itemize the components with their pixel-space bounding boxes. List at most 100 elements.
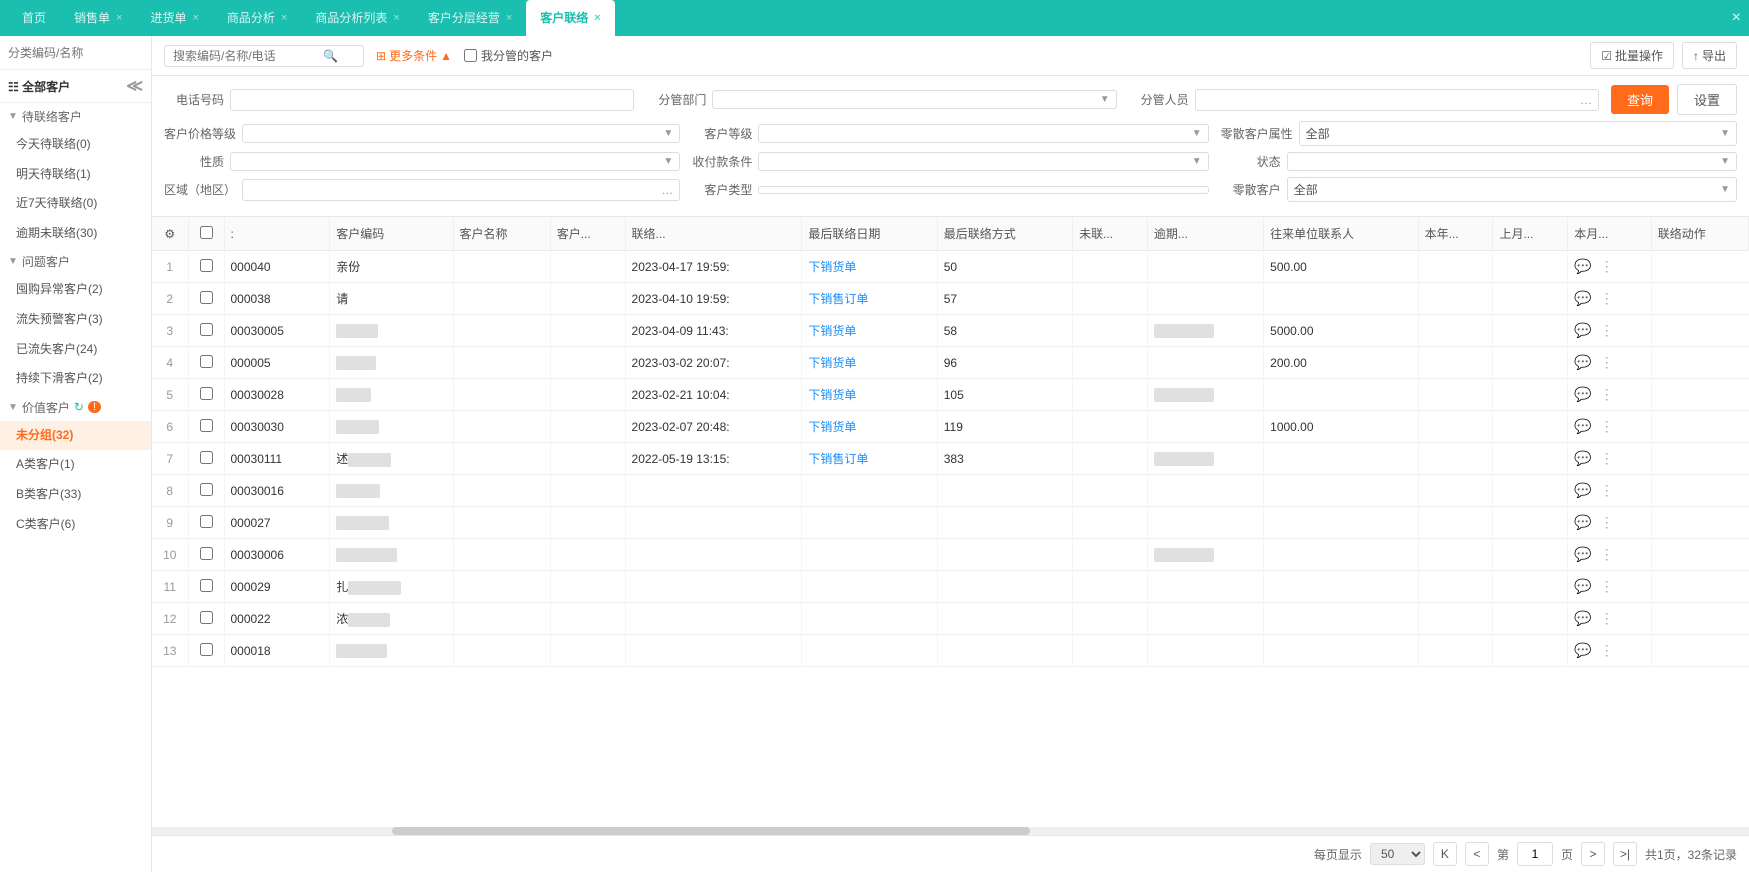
filter-manager-select[interactable]: … <box>1195 89 1599 111</box>
sidebar-item-overdue-pending[interactable]: 逾期未联络(30) <box>0 219 151 249</box>
table-header-last-date[interactable]: 最后联络日期 <box>802 217 937 251</box>
sidebar-group-pending[interactable]: ▼ 待联络客户 <box>0 103 151 130</box>
sidebar-item-hoarding-abnormal[interactable]: 囤购异常客户(2) <box>0 275 151 305</box>
last-contact-way-link[interactable]: 下销货单 <box>808 420 856 434</box>
filter-region-select[interactable]: … <box>242 179 680 201</box>
tab-customer-contact[interactable]: 客户联络 × <box>526 0 614 36</box>
table-header-this-month[interactable]: 本月... <box>1568 217 1651 251</box>
tab-purchase[interactable]: 进货单 × <box>136 0 212 36</box>
chat-icon[interactable]: 💬 <box>1574 610 1591 627</box>
chat-icon[interactable]: 💬 <box>1574 578 1591 595</box>
tab-customer-contact-close[interactable]: × <box>594 0 600 36</box>
search-icon[interactable]: 🔍 <box>323 49 338 63</box>
filter-nature-select[interactable]: ▼ <box>230 152 680 171</box>
query-btn[interactable]: 查询 <box>1611 85 1669 114</box>
grid-icon[interactable]: ⋮ <box>1600 546 1614 563</box>
sidebar-item-tomorrow-pending[interactable]: 明天待联络(1) <box>0 160 151 190</box>
filter-region-more[interactable]: … <box>661 183 673 197</box>
filter-customer-level-select[interactable]: ▼ <box>758 124 1208 143</box>
table-header-name[interactable]: 客户名称 <box>453 217 550 251</box>
chat-icon[interactable]: 💬 <box>1574 642 1591 659</box>
filter-retail-attr-select[interactable]: 全部 ▼ <box>1299 121 1737 146</box>
table-header-type[interactable]: 客户... <box>550 217 625 251</box>
window-close-button[interactable]: × <box>1732 9 1741 27</box>
grid-icon[interactable]: ⋮ <box>1600 386 1614 403</box>
all-customers-header[interactable]: ☷ 全部客户 ≪ <box>0 70 151 103</box>
sidebar-search-input[interactable] <box>8 46 152 60</box>
table-header-this-year[interactable]: 本年... <box>1418 217 1493 251</box>
grid-icon[interactable]: ⋮ <box>1600 514 1614 531</box>
row-checkbox[interactable] <box>200 451 213 464</box>
last-contact-way-link[interactable]: 下销货单 <box>808 388 856 402</box>
filter-phone-input[interactable] <box>230 89 634 111</box>
table-header-no-contact[interactable]: 未联... <box>1073 217 1148 251</box>
filter-price-level-select[interactable]: ▼ <box>242 124 680 143</box>
chat-icon[interactable]: 💬 <box>1574 290 1591 307</box>
select-all-checkbox[interactable] <box>200 226 213 239</box>
table-header-partner[interactable]: 往来单位联系人 <box>1264 217 1418 251</box>
grid-icon[interactable]: ⋮ <box>1600 482 1614 499</box>
table-header-checkbox[interactable] <box>188 217 224 251</box>
chat-icon[interactable]: 💬 <box>1574 482 1591 499</box>
next-page-btn[interactable]: > <box>1581 842 1605 866</box>
tab-product-analysis-list-close[interactable]: × <box>393 0 399 36</box>
grid-icon[interactable]: ⋮ <box>1600 258 1614 275</box>
sidebar-item-class-a[interactable]: A类客户(1) <box>0 450 151 480</box>
tab-home[interactable]: 首页 <box>8 0 60 36</box>
sidebar-group-value[interactable]: ▼ 价值客户 ↻ ! <box>0 394 151 421</box>
grid-icon[interactable]: ⋮ <box>1600 450 1614 467</box>
grid-icon[interactable]: ⋮ <box>1600 578 1614 595</box>
table-header-last-way[interactable]: 最后联络方式 <box>937 217 1072 251</box>
sidebar-collapse-btn[interactable]: ≪ <box>126 76 143 96</box>
first-page-btn[interactable]: K <box>1433 842 1457 866</box>
sidebar-item-ungrouped[interactable]: 未分组(32) <box>0 421 151 451</box>
table-header-contact[interactable]: 联络... <box>625 217 802 251</box>
chat-icon[interactable]: 💬 <box>1574 258 1591 275</box>
tab-product-analysis-list[interactable]: 商品分析列表 × <box>301 0 413 36</box>
tab-purchase-close[interactable]: × <box>192 0 198 36</box>
row-checkbox[interactable] <box>200 579 213 592</box>
sidebar-item-class-b[interactable]: B类客户(33) <box>0 480 151 510</box>
filter-retail-customer-select[interactable]: 全部 ▼ <box>1287 177 1737 202</box>
chat-icon[interactable]: 💬 <box>1574 514 1591 531</box>
last-page-btn[interactable]: >| <box>1613 842 1637 866</box>
chat-icon[interactable]: 💬 <box>1574 354 1591 371</box>
filter-payment-select[interactable]: ▼ <box>758 152 1208 171</box>
row-checkbox[interactable] <box>200 515 213 528</box>
row-checkbox[interactable] <box>200 387 213 400</box>
tab-sales[interactable]: 销售单 × <box>60 0 136 36</box>
row-checkbox[interactable] <box>200 483 213 496</box>
reset-btn[interactable]: 设置 <box>1677 84 1737 115</box>
tab-product-analysis-close[interactable]: × <box>281 0 287 36</box>
filter-dept-select[interactable]: ▼ <box>712 90 1116 109</box>
row-checkbox[interactable] <box>200 291 213 304</box>
row-checkbox[interactable] <box>200 547 213 560</box>
chat-icon[interactable]: 💬 <box>1574 546 1591 563</box>
last-contact-way-link[interactable]: 下销货单 <box>808 324 856 338</box>
page-number-input[interactable] <box>1517 842 1553 866</box>
sidebar-item-declining[interactable]: 持续下滑客户(2) <box>0 364 151 394</box>
table-header-settings[interactable]: ⚙ <box>152 217 188 251</box>
table-header-code[interactable]: 客户编码 <box>330 217 453 251</box>
tab-customer-segment[interactable]: 客户分层经营 × <box>414 0 526 36</box>
page-size-select[interactable]: 50 100 200 <box>1370 843 1425 865</box>
last-contact-way-link[interactable]: 下销货单 <box>808 356 856 370</box>
last-contact-way-link[interactable]: 下销货单 <box>808 260 856 274</box>
sidebar-item-churned[interactable]: 已流失客户(24) <box>0 335 151 365</box>
sidebar-item-churn-warning[interactable]: 流失预警客户(3) <box>0 305 151 335</box>
horizontal-scrollbar[interactable] <box>152 827 1749 835</box>
filter-manager-more[interactable]: … <box>1580 93 1592 107</box>
search-input[interactable] <box>173 49 323 63</box>
last-contact-way-link[interactable]: 下销售订单 <box>808 452 868 466</box>
sidebar-item-today-pending[interactable]: 今天待联络(0) <box>0 130 151 160</box>
row-checkbox[interactable] <box>200 323 213 336</box>
last-contact-way-link[interactable]: 下销售订单 <box>808 292 868 306</box>
table-header-last-month[interactable]: 上月... <box>1493 217 1568 251</box>
more-conditions-btn[interactable]: ⊞ 更多条件 ▲ <box>376 47 452 64</box>
scrollbar-thumb[interactable] <box>392 827 1031 835</box>
grid-icon[interactable]: ⋮ <box>1600 642 1614 659</box>
my-customers-checkbox[interactable] <box>464 49 477 62</box>
row-checkbox[interactable] <box>200 611 213 624</box>
grid-icon[interactable]: ⋮ <box>1600 418 1614 435</box>
grid-icon[interactable]: ⋮ <box>1600 354 1614 371</box>
